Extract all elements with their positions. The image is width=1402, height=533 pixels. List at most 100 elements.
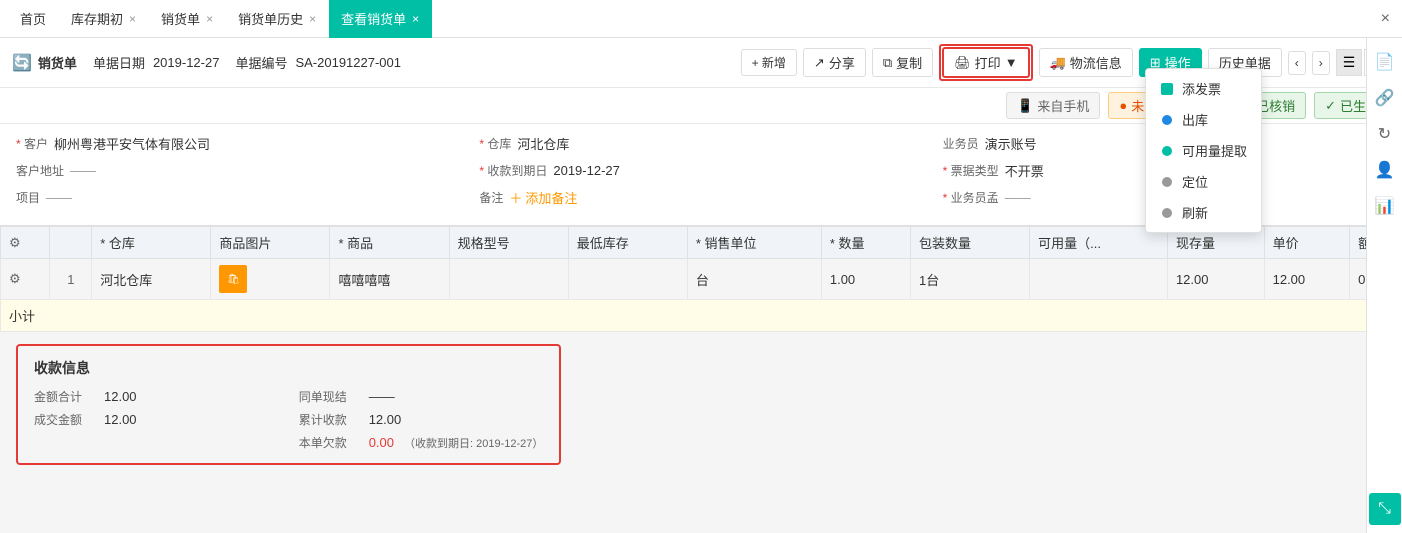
close-tab-sales-history[interactable]: × xyxy=(309,12,316,26)
warehouse-field: 仓库 河北仓库 xyxy=(479,134,922,153)
ticket-type-value: 不开票 xyxy=(1005,161,1044,180)
row-gear[interactable]: ⚙ xyxy=(1,259,50,300)
sidebar-link-icon[interactable]: 🔗 xyxy=(1369,82,1401,114)
tab-inventory[interactable]: 库存期初 × xyxy=(59,0,149,38)
sidebar-chart-icon[interactable]: 📊 xyxy=(1369,190,1401,222)
close-tab-sales[interactable]: × xyxy=(206,12,213,26)
share-button[interactable]: ↗ 分享 xyxy=(803,48,866,77)
unit-price-col-header: 单价 xyxy=(1264,227,1350,259)
bottom-section: 收款信息 金额合计 12.00 同单现结 —— 成交金额 12.00 累计收款 … xyxy=(0,332,1402,477)
tab-view-sales[interactable]: 查看销货单 × xyxy=(329,0,432,38)
project-value: —— xyxy=(46,190,72,205)
doc-no-meta: 单据编号 SA-20191227-001 xyxy=(235,53,401,72)
product-table: ⚙ * 仓库 商品图片 * 商品 规格型号 最低库存 * 销售单位 * 数量 包… xyxy=(0,226,1402,332)
dropdown-add-invoice[interactable]: 添发票 xyxy=(1146,73,1261,104)
window-close-button[interactable]: × xyxy=(1381,10,1390,28)
same-order-row: 同单现结 —— xyxy=(299,388,544,405)
gear-col-header[interactable]: ⚙ xyxy=(1,227,50,259)
row-warehouse: 河北仓库 xyxy=(92,259,211,300)
sidebar-user-icon[interactable]: 👤 xyxy=(1369,154,1401,186)
dropdown-outbound[interactable]: 出库 xyxy=(1146,104,1261,135)
next-button[interactable]: › xyxy=(1312,51,1330,75)
note-field: 备注 ＋ 添加备注 xyxy=(479,188,922,207)
product-table-container: ⚙ * 仓库 商品图片 * 商品 规格型号 最低库存 * 销售单位 * 数量 包… xyxy=(0,225,1402,332)
cumulative-row: 累计收款 12.00 xyxy=(299,411,544,428)
payment-info: 收款信息 金额合计 12.00 同单现结 —— 成交金额 12.00 累计收款 … xyxy=(16,344,561,465)
payment-grid: 金额合计 12.00 同单现结 —— 成交金额 12.00 累计收款 12.00… xyxy=(34,388,543,451)
product-col-header: * 商品 xyxy=(330,227,449,259)
add-note-button[interactable]: ＋ 添加备注 xyxy=(509,188,577,207)
row-settings-icon[interactable]: ⚙ xyxy=(9,271,21,286)
add-button[interactable]: + 新增 xyxy=(741,49,797,76)
row-quantity: 1.00 xyxy=(821,259,910,300)
deal-amount-label: 成交金额 xyxy=(34,411,94,428)
product-img-col-header: 商品图片 xyxy=(211,227,330,259)
spec-col-header: 规格型号 xyxy=(449,227,568,259)
row-product-img: 🛍 xyxy=(211,259,330,300)
copy-button[interactable]: ⧉ 复制 xyxy=(872,48,933,77)
phone-icon: 📱 xyxy=(1017,98,1033,114)
row-spec xyxy=(449,259,568,300)
tab-sales[interactable]: 销货单 × xyxy=(149,0,226,38)
doc-meta: 单据日期 2019-12-27 xyxy=(93,53,220,72)
staff-label: 业务员 xyxy=(943,135,979,152)
doc-header-left: 🔄 销货单 单据日期 2019-12-27 单据编号 SA-20191227-0… xyxy=(12,53,401,73)
address-label: 客户地址 xyxy=(16,162,64,179)
subtotal-row: 小计 xyxy=(1,300,1402,332)
due-label: 本单欠款 xyxy=(299,434,359,451)
ticket-icon: ● xyxy=(1119,98,1127,113)
close-tab-inventory[interactable]: × xyxy=(129,12,136,26)
address-value: —— xyxy=(70,163,96,178)
settings-icon[interactable]: ⚙ xyxy=(9,235,21,250)
due-date-value: 2019-12-27 xyxy=(553,163,620,178)
row-number: 1 xyxy=(50,259,92,300)
check-icon-3: ✓ xyxy=(1325,98,1336,114)
customer-field: 客户 柳州粤港平安气体有限公司 xyxy=(16,134,459,153)
sidebar-expand-icon[interactable]: ⤡ xyxy=(1369,493,1401,525)
doc-title-text: 销货单 xyxy=(38,53,77,72)
due-date-field: 收款到期日 2019-12-27 xyxy=(479,162,922,179)
customer-label: 客户 xyxy=(16,135,48,152)
locate-icon xyxy=(1160,175,1174,189)
share-icon: ↗ xyxy=(814,55,825,71)
no-value: SA-20191227-001 xyxy=(295,55,401,70)
right-sidebar: 📄 🔗 ↻ 👤 📊 ⤡ xyxy=(1366,38,1402,533)
doc-title: 🔄 销货单 xyxy=(12,53,77,73)
doc-header-right: + 新增 ↗ 分享 ⧉ 复制 🖨 打印 ▼ 🚚 物流信息 ⊞ 操作 历史单据 ‹ xyxy=(741,44,1390,81)
logistics-button[interactable]: 🚚 物流信息 xyxy=(1039,48,1133,77)
logistics-icon: 🚚 xyxy=(1050,55,1066,71)
row-unit-price: 12.00 xyxy=(1264,259,1350,300)
doc-icon: 🔄 xyxy=(12,53,32,73)
rownum-col-header xyxy=(50,227,92,259)
row-pack-qty: 1台 xyxy=(911,259,1030,300)
copy-icon: ⧉ xyxy=(883,55,892,71)
row-sale-unit: 台 xyxy=(687,259,821,300)
dropdown-locate[interactable]: 定位 xyxy=(1146,166,1261,197)
prev-button[interactable]: ‹ xyxy=(1288,51,1306,75)
dropdown-available-qty[interactable]: 可用量提取 xyxy=(1146,135,1261,166)
close-tab-view-sales[interactable]: × xyxy=(412,12,419,26)
address-field: 客户地址 —— xyxy=(16,162,459,179)
tab-sales-history[interactable]: 销货单历史 × xyxy=(226,0,329,38)
cumulative-label: 累计收款 xyxy=(299,411,359,428)
warehouse-value: 河北仓库 xyxy=(517,134,569,153)
dropdown-refresh[interactable]: 刷新 xyxy=(1146,197,1261,228)
sidebar-refresh-icon[interactable]: ↻ xyxy=(1369,118,1401,150)
date-label: 单据日期 xyxy=(93,53,145,72)
total-label: 金额合计 xyxy=(34,388,94,405)
product-image: 🛍 xyxy=(219,265,247,293)
list-view-button[interactable]: ☰ xyxy=(1336,49,1363,76)
sidebar-doc-icon[interactable]: 📄 xyxy=(1369,46,1401,78)
from-phone-button[interactable]: 📱 来自手机 xyxy=(1006,92,1100,119)
quantity-col-header: * 数量 xyxy=(821,227,910,259)
row-min-stock xyxy=(568,259,687,300)
project-label: 项目 xyxy=(16,189,40,206)
outbound-icon xyxy=(1160,113,1174,127)
tab-home[interactable]: 首页 xyxy=(8,0,59,38)
same-order-label: 同单现结 xyxy=(299,388,359,405)
staff2-label: 业务员孟 xyxy=(943,189,999,206)
staff-value: 演示账号 xyxy=(985,134,1037,153)
warehouse-col-header: * 仓库 xyxy=(92,227,211,259)
print-button[interactable]: 🖨 打印 ▼ xyxy=(942,47,1029,78)
operation-dropdown: 添发票 出库 可用量提取 定位 刷新 xyxy=(1145,68,1262,233)
